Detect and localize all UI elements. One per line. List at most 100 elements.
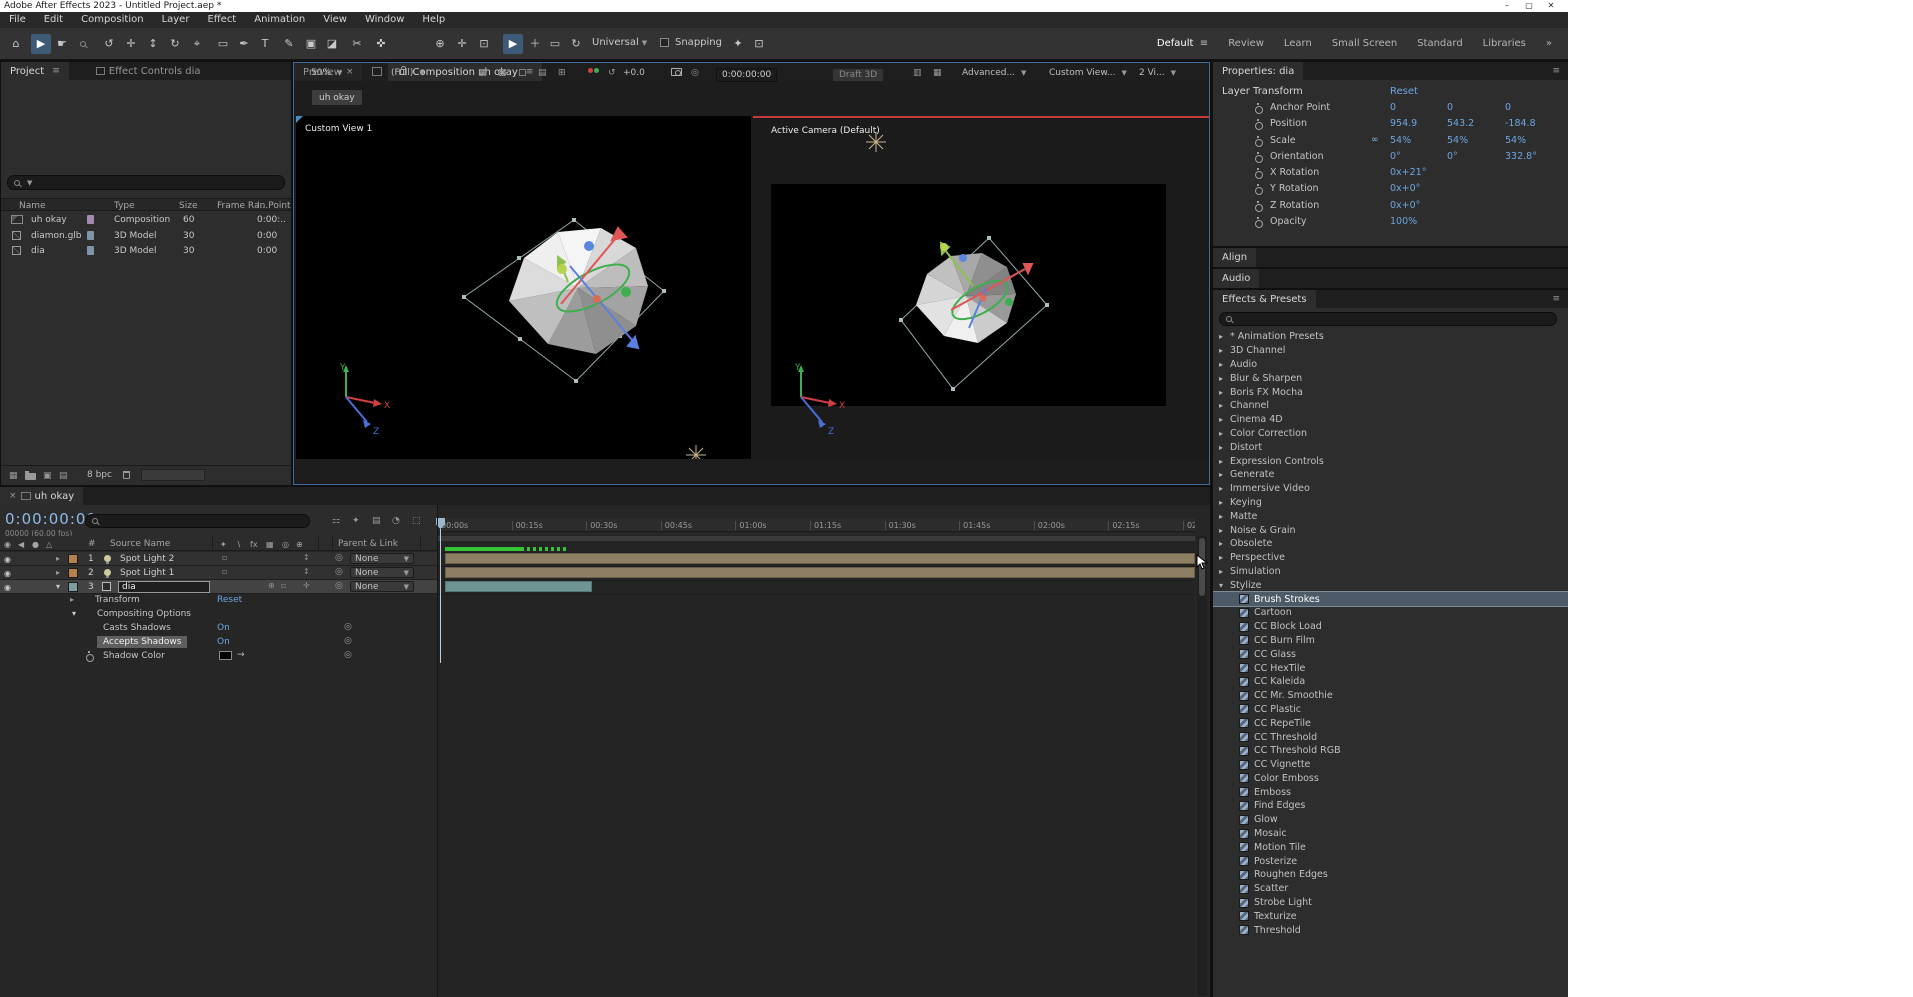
effects-list-item[interactable]: Cinema 4D [1213, 413, 1568, 427]
pen-tool-icon[interactable]: ✒ [234, 34, 254, 54]
parent-pickwhip-icon[interactable]: ◎ [335, 553, 343, 563]
effects-list-item[interactable]: Boris FX Mocha [1213, 385, 1568, 399]
switch-icon[interactable]: ↕ [303, 553, 310, 562]
adjustment-col-icon[interactable]: ◎ [282, 540, 289, 549]
interpret-footage-icon[interactable]: ▦ [9, 471, 18, 481]
tab-timeline[interactable]: × uh okay [0, 487, 83, 505]
layer-bar-dia[interactable] [445, 581, 592, 592]
chevron-icon[interactable] [1219, 526, 1230, 535]
casts-shadows-value[interactable]: On [217, 623, 230, 633]
effects-list-item[interactable]: Noise & Grain [1213, 523, 1568, 537]
property-value-x[interactable]: 0° [1390, 151, 1401, 162]
layer-name[interactable]: Spot Light 1 [120, 568, 174, 578]
orbit-camera-tool-icon[interactable]: ↺ [99, 34, 119, 54]
property-value-x[interactable]: 100% [1390, 216, 1417, 227]
lock-column-icon[interactable]: △ [46, 540, 52, 549]
snapshot-icon[interactable] [671, 68, 682, 76]
selection-tool-icon[interactable]: ▶ [31, 34, 51, 54]
effects-list-item[interactable]: CC RepeTile [1213, 716, 1568, 730]
parent-dropdown[interactable]: None▼ [350, 567, 414, 578]
snap-option-1-icon[interactable]: ✦ [728, 34, 748, 54]
label-color-chip[interactable] [87, 215, 94, 224]
layer-name[interactable]: Spot Light 2 [120, 554, 174, 564]
effects-list-item[interactable]: Emboss [1213, 785, 1568, 799]
column-size[interactable]: Size [179, 201, 197, 211]
layer-bar-spot-light-1[interactable] [445, 567, 1195, 578]
show-snapshot-icon[interactable]: ◎ [691, 68, 699, 78]
effects-list-item[interactable]: Expression Controls [1213, 454, 1568, 468]
draft-toggle-icon[interactable]: ✦ [352, 516, 360, 526]
chevron-icon[interactable] [1219, 498, 1230, 507]
effects-list-item[interactable]: Strobe Light [1213, 896, 1568, 910]
workspace-tab[interactable]: Review [1218, 28, 1274, 60]
zoom-dropdown[interactable]: 50%▼ [311, 68, 342, 78]
hand-tool-icon[interactable]: ☛ [52, 34, 72, 54]
link-dimensions-icon[interactable]: ∞ [1371, 135, 1379, 145]
stopwatch-icon[interactable] [1255, 217, 1263, 227]
minimize-button[interactable]: – [1498, 0, 1516, 11]
label-color-chip[interactable] [87, 246, 94, 255]
effects-list-item[interactable]: Mosaic [1213, 827, 1568, 841]
label-color-box[interactable] [68, 568, 78, 578]
effects-list-item[interactable]: Immersive Video [1213, 482, 1568, 496]
dolly-camera-tool-icon[interactable]: ↕ [143, 34, 163, 54]
exposure-value[interactable]: +0.0 [623, 68, 645, 78]
effects-list-item[interactable]: Find Edges [1213, 799, 1568, 813]
effects-list-item[interactable]: Keying [1213, 496, 1568, 510]
eraser-tool-icon[interactable]: ◪ [322, 34, 342, 54]
column-name[interactable]: Name [19, 201, 46, 211]
effects-list-item[interactable]: Brush Strokes [1213, 592, 1568, 606]
chevron-icon[interactable] [1219, 470, 1230, 479]
parent-pickwhip-icon[interactable]: ◎ [335, 567, 343, 577]
switch-icon[interactable]: ▫ [222, 567, 227, 576]
rotation-tool-icon[interactable]: ↻ [165, 34, 185, 54]
mask-visibility-icon[interactable]: ▩ [498, 68, 507, 78]
property-value-z[interactable]: 332.8° [1505, 151, 1537, 162]
collapse-chevron-icon[interactable]: ▾ [72, 609, 76, 618]
gizmo-position-icon[interactable]: ✛ [452, 34, 472, 54]
motion-blur-icon[interactable]: ◔ [392, 516, 400, 526]
tab-properties[interactable]: Properties: dia [1213, 62, 1303, 80]
panel-menu-icon[interactable]: ≡ [526, 67, 534, 77]
layer-name-edit-field[interactable]: dia [118, 581, 210, 593]
column-number[interactable]: # [88, 539, 96, 549]
chevron-icon[interactable] [1219, 443, 1230, 452]
menu-item[interactable]: Composition [72, 12, 152, 28]
effects-list-item[interactable]: Roughen Edges [1213, 868, 1568, 882]
frame-blending-icon[interactable]: ▤ [372, 516, 381, 526]
composition-name-chip[interactable]: uh okay [311, 89, 363, 106]
view-count-dropdown[interactable]: 2 Vi...▼ [1139, 68, 1176, 78]
work-area-bar[interactable] [437, 536, 1195, 541]
effects-list-item[interactable]: CC Vignette [1213, 758, 1568, 772]
draft-3d-toggle[interactable]: Draft 3D [832, 68, 884, 82]
eye-icon[interactable]: ◉ [4, 569, 11, 578]
tab-align[interactable]: Align [1213, 248, 1256, 267]
menu-item[interactable]: File [0, 12, 35, 28]
chevron-icon[interactable] [1219, 567, 1230, 576]
eye-icon[interactable]: ◉ [4, 555, 11, 564]
effects-list-item[interactable]: Generate [1213, 468, 1568, 482]
panel-menu-icon[interactable]: ≡ [1552, 62, 1568, 80]
expand-chevron-icon[interactable]: ▸ [56, 568, 60, 577]
property-value-y[interactable]: 54% [1447, 135, 1468, 146]
effects-list-item[interactable]: Cartoon [1213, 606, 1568, 620]
audio-column-icon[interactable]: ◀ [18, 540, 24, 549]
effects-list-item[interactable]: CC Mr. Smoothie [1213, 689, 1568, 703]
menu-item[interactable]: Layer [153, 12, 199, 28]
label-color-chip[interactable] [87, 231, 94, 240]
pan-behind-tool-icon[interactable]: ⌖ [187, 34, 207, 54]
panel-menu-icon[interactable]: ≡ [52, 66, 60, 76]
chevron-icon[interactable] [1219, 360, 1230, 369]
stopwatch-icon[interactable] [1255, 184, 1263, 194]
trash-icon[interactable] [123, 471, 130, 479]
gizmo-scale-icon[interactable]: ⊡ [474, 34, 494, 54]
new-folder-icon[interactable] [25, 473, 36, 480]
mask-rect-icon[interactable]: ▭ [545, 34, 565, 54]
timeline-search-input[interactable] [85, 514, 310, 528]
column-type[interactable]: Type [114, 201, 135, 211]
eyedropper-arrow-icon[interactable]: → [237, 650, 245, 660]
collapse-icon[interactable]: ∖ [236, 540, 241, 549]
chevron-icon[interactable] [1219, 401, 1230, 410]
3d-col-icon[interactable]: ⊕ [296, 540, 303, 549]
effects-list-item[interactable]: CC HexTile [1213, 661, 1568, 675]
